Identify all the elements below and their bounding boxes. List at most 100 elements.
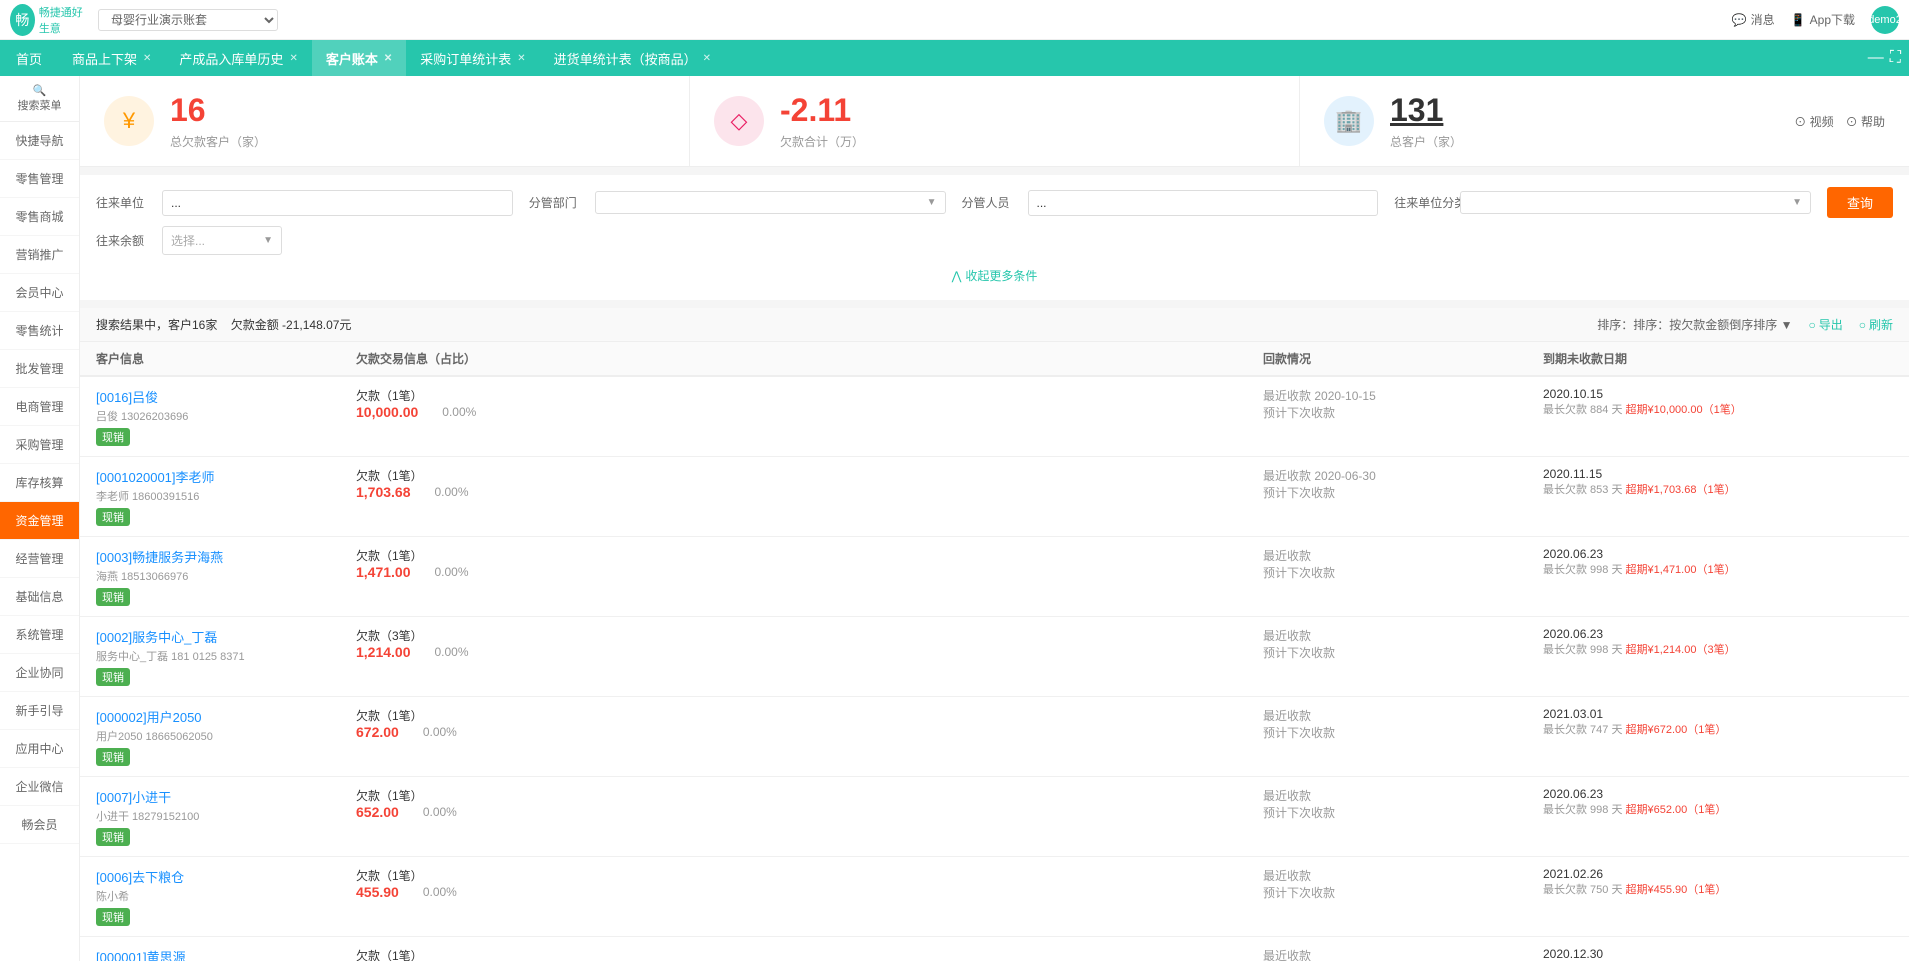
overdue-link-4[interactable]: 超期¥672.00（1笔） (1626, 724, 1727, 736)
debt-amount-1: 1,703.68 (356, 484, 411, 500)
col-header-debt: 欠款交易信息（占比） (356, 350, 1263, 367)
refresh-icon: ○ (1859, 318, 1866, 332)
customer-name-0[interactable]: [0016]吕俊 (96, 387, 356, 406)
overdue-link-2[interactable]: 超期¥1,471.00（1笔） (1626, 564, 1736, 576)
sidebar-item-purchase[interactable]: 采购管理 (0, 426, 79, 464)
logo-text: 畅捷通好生意 (39, 4, 90, 36)
customer-sub-5: 小进干 18279152100 (96, 808, 356, 824)
tab-close-icon[interactable]: ✕ (384, 53, 392, 64)
overdue-link-6[interactable]: 超期¥455.90（1笔） (1626, 884, 1727, 896)
customer-info-1: [0001020001]李老师 李老师 18600391516 现销 (96, 467, 356, 526)
debt-row-detail-0: 10,000.00 0.00% (356, 404, 1263, 420)
sidebar-item-enterprise[interactable]: 企业协同 (0, 654, 79, 692)
customer-name-2[interactable]: [0003]畅捷服务尹海燕 (96, 547, 356, 566)
date-main-5: 2020.06.23 (1543, 787, 1893, 801)
date-info-4: 2021.03.01 最长欠款 747 天 超期¥672.00（1笔） (1543, 707, 1893, 737)
filter-item-person: 分管人员 ... (962, 190, 1379, 216)
filter-item-department: 分管部门 ▼ (529, 191, 946, 214)
customer-name-5[interactable]: [0007]小进干 (96, 787, 356, 806)
filter-input-customer[interactable]: ... (162, 190, 513, 216)
customer-tag-1: 现销 (96, 508, 130, 526)
refresh-button[interactable]: ○ 刷新 (1859, 316, 1893, 333)
filter-label-customer: 往来单位 (96, 194, 156, 211)
customer-name-3[interactable]: [0002]服务中心_丁磊 (96, 627, 356, 646)
tab-production-history[interactable]: 产成品入库单历史 ✕ (165, 40, 311, 76)
filter-input-department[interactable]: ▼ (595, 191, 946, 214)
tab-home[interactable]: 首页 (0, 40, 58, 76)
sidebar-item-quick-nav[interactable]: 快捷导航 (0, 122, 79, 160)
system-select[interactable]: 母婴行业演示账套 (98, 9, 278, 31)
sidebar-item-operations[interactable]: 经营管理 (0, 540, 79, 578)
date-overdue-1: 最长欠款 853 天 超期¥1,703.68（1笔） (1543, 481, 1893, 497)
table-row: [0016]吕俊 吕俊 13026203696 现销 欠款（1笔） 10,000… (80, 377, 1909, 457)
tab-close-icon[interactable]: ✕ (289, 53, 297, 64)
customer-name-4[interactable]: [000002]用户2050 (96, 707, 356, 726)
sidebar-item-guide[interactable]: 新手引导 (0, 692, 79, 730)
debt-amount-0: 10,000.00 (356, 404, 418, 420)
app-icon: 📱 (1791, 13, 1806, 27)
debt-customers-icon: ¥ (104, 96, 154, 146)
recovery-next-4: 预计下次收款 (1263, 724, 1543, 741)
customer-name-6[interactable]: [0006]去下粮仓 (96, 867, 356, 886)
overdue-link-0[interactable]: 超期¥10,000.00（1笔） (1626, 404, 1742, 416)
sidebar-item-retail-stats[interactable]: 零售统计 (0, 312, 79, 350)
overdue-link-3[interactable]: 超期¥1,214.00（3笔） (1626, 644, 1736, 656)
user-menu[interactable]: demo2 (1871, 6, 1899, 34)
recovery-info-1: 最近收款 2020-06-30 预计下次收款 (1263, 467, 1543, 501)
tab-purchase-stats[interactable]: 采购订单统计表 ✕ (406, 40, 539, 76)
customer-sub-6: 陈小希 (96, 888, 356, 904)
sidebar-search[interactable]: 🔍 搜索菜单 (0, 76, 79, 122)
customer-info-7: [000001]黄思源 黄思源 13552700226 现销 (96, 947, 356, 961)
tab-purchase-product-stats[interactable]: 进货单统计表（按商品） ✕ (540, 40, 725, 76)
help-link[interactable]: ⊙ 帮助 (1846, 113, 1885, 130)
customer-name-1[interactable]: [0001020001]李老师 (96, 467, 356, 486)
customer-name-7[interactable]: [000001]黄思源 (96, 947, 356, 961)
sidebar-item-basics[interactable]: 基础信息 (0, 578, 79, 616)
date-overdue-5: 最长欠款 998 天 超期¥652.00（1笔） (1543, 801, 1893, 817)
tab-customer-account[interactable]: 客户账本 ✕ (312, 40, 406, 76)
sidebar-item-finance[interactable]: 资金管理 (0, 502, 79, 540)
recovery-info-7: 最近收款 预计下次收款 (1263, 947, 1543, 961)
sidebar-item-ecommerce[interactable]: 电商管理 (0, 388, 79, 426)
debt-percent-2: 0.00% (435, 565, 469, 579)
date-info-0: 2020.10.15 最长欠款 884 天 超期¥10,000.00（1笔） (1543, 387, 1893, 417)
top-right: 💬 消息 📱 App下载 demo2 (1732, 6, 1899, 34)
sidebar-item-marketing[interactable]: 营销推广 (0, 236, 79, 274)
sidebar-item-wechat[interactable]: 企业微信 (0, 768, 79, 806)
tab-product-listing[interactable]: 商品上下架 ✕ (58, 40, 165, 76)
minimize-button[interactable]: — (1868, 49, 1884, 67)
export-button[interactable]: ○ 导出 (1808, 316, 1842, 333)
sidebar-item-apps[interactable]: 应用中心 (0, 730, 79, 768)
tab-close-icon[interactable]: ✕ (517, 53, 525, 64)
message-icon: 💬 (1732, 13, 1747, 27)
filter-input-person[interactable]: ... (1028, 190, 1379, 216)
export-icon: ○ (1808, 318, 1815, 332)
sidebar-item-retail-store[interactable]: 零售商城 (0, 198, 79, 236)
sidebar-item-retail-manage[interactable]: 零售管理 (0, 160, 79, 198)
main-content: ¥ 16 总欠款客户（家） ◇ -2.11 欠款合计（万） 🏢 131 总客户（… (80, 76, 1909, 961)
app-download-button[interactable]: 📱 App下载 (1791, 11, 1855, 28)
debt-amount-2: 1,471.00 (356, 564, 411, 580)
sidebar-item-system[interactable]: 系统管理 (0, 616, 79, 654)
table-row: [000001]黄思源 黄思源 13552700226 现销 欠款（1笔） 42… (80, 937, 1909, 961)
video-link[interactable]: ⊙ 视频 (1794, 113, 1833, 130)
maximize-button[interactable]: ⛶ (1890, 49, 1901, 67)
date-info-5: 2020.06.23 最长欠款 998 天 超期¥652.00（1笔） (1543, 787, 1893, 817)
message-button[interactable]: 💬 消息 (1732, 11, 1775, 28)
filter-input-category[interactable]: ▼ (1460, 191, 1811, 214)
tab-close-icon[interactable]: ✕ (143, 53, 151, 64)
query-button[interactable]: 查询 (1827, 187, 1893, 218)
sidebar-item-member[interactable]: 会员中心 (0, 274, 79, 312)
sidebar-item-wholesale[interactable]: 批发管理 (0, 350, 79, 388)
date-overdue-6: 最长欠款 750 天 超期¥455.90（1笔） (1543, 881, 1893, 897)
customer-tag-5: 现销 (96, 828, 130, 846)
stat-right-links: ⊙ 视频 ⊙ 帮助 (1794, 113, 1885, 130)
overdue-link-1[interactable]: 超期¥1,703.68（1笔） (1626, 484, 1736, 496)
search-icon: 🔍 (8, 84, 71, 97)
tab-close-icon[interactable]: ✕ (703, 53, 711, 64)
filter-collapse-button[interactable]: ⋀ 收起更多条件 (96, 263, 1893, 288)
overdue-link-5[interactable]: 超期¥652.00（1笔） (1626, 804, 1727, 816)
sidebar-item-inventory[interactable]: 库存核算 (0, 464, 79, 502)
sidebar-item-vip[interactable]: 畅会员 (0, 806, 79, 844)
filter-input-balance[interactable]: 选择... ▼ (162, 226, 282, 255)
